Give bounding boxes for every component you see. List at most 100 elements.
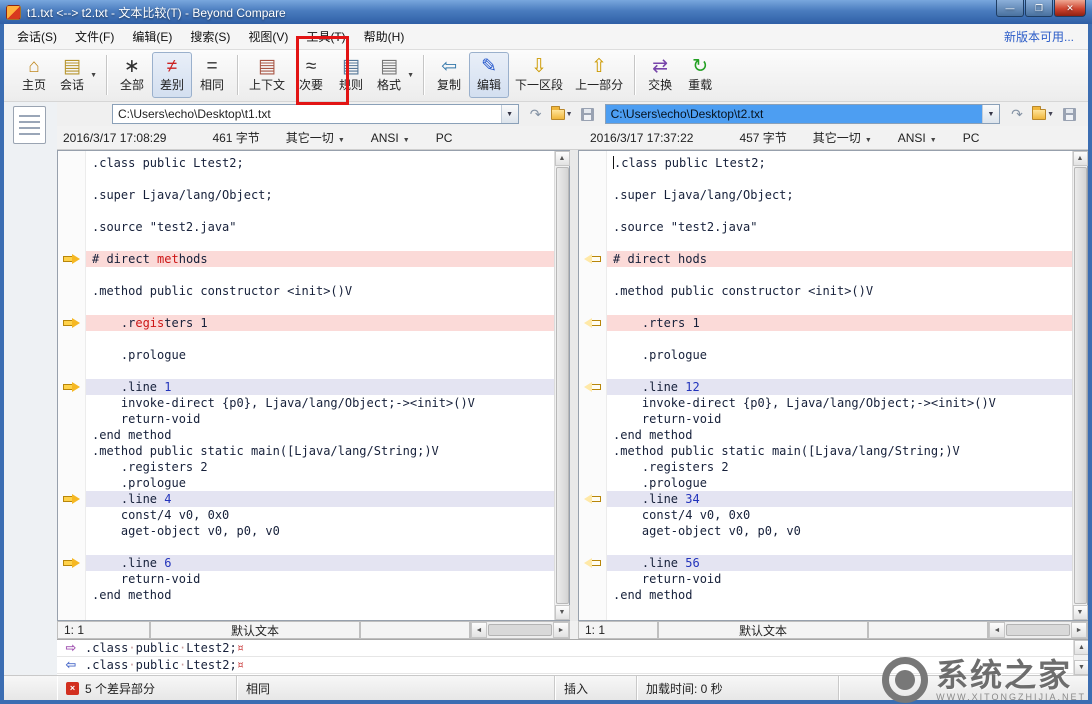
left-vertical-scrollbar[interactable]: ▲ ▼ [554,151,570,620]
scroll-up-icon[interactable]: ▲ [1074,640,1088,655]
scroll-left-icon[interactable]: ◄ [989,622,1005,638]
code-line[interactable]: .super Ljava/lang/Object; [607,187,1072,203]
code-line[interactable]: .method public constructor <init>()V [607,283,1072,299]
toolbar-button-prev-section[interactable]: ⇧ 上一部分 [569,52,629,98]
diff-arrow-icon[interactable] [63,254,80,264]
code-line[interactable] [607,299,1072,315]
toolbar-button-show-differences[interactable]: ≠ 差别 [152,51,193,98]
toolbar-button-show-all[interactable]: ∗ 全部 [112,52,152,98]
code-line[interactable] [86,331,554,347]
scrollbar-thumb[interactable] [1073,167,1087,604]
diff-arrow-icon[interactable] [584,558,601,568]
code-line[interactable]: .end method [607,427,1072,443]
diff-arrow-icon[interactable] [63,382,80,392]
left-rule-dropdown[interactable]: 其它一切 ▼ [286,129,345,146]
code-line[interactable]: .end method [86,427,554,443]
toolbar-button-edit[interactable]: ✎ 编辑 [469,51,510,98]
code-line[interactable] [86,203,554,219]
toolbar-button-reload[interactable]: ↻ 重载 [680,52,720,98]
code-line[interactable]: return-void [607,571,1072,587]
code-line[interactable]: .prologue [86,475,554,491]
menu-item[interactable]: 帮助(H) [355,24,414,49]
code-line[interactable]: .rters 1 [607,315,1072,331]
toolbar-button-next-section[interactable]: ⇩ 下一区段 [509,52,569,98]
code-line[interactable] [607,539,1072,555]
dropdown-arrow-icon[interactable]: ▼ [407,72,414,79]
chevron-down-icon[interactable]: ▼ [982,105,999,123]
menu-item[interactable]: 视图(V) [239,24,297,49]
code-line[interactable]: .super Ljava/lang/Object; [86,187,554,203]
code-line[interactable] [607,363,1072,379]
code-line[interactable]: # direct hods [607,251,1072,267]
code-line[interactable]: return-void [86,571,554,587]
browse-folder-icon[interactable]: ▼ [550,104,573,124]
toolbar-button-show-context[interactable]: ▤ 上下文 [243,52,291,98]
toolbar-button-rules[interactable]: ▤ 规则 [331,52,371,98]
right-horizontal-scrollbar[interactable]: ◄ ► [988,621,1088,639]
left-file-path-combo[interactable]: C:\Users\echo\Desktop\t1.txt ▼ [112,104,519,124]
diff-arrow-icon[interactable] [584,318,601,328]
code-line[interactable]: aget-object v0, p0, v0 [86,523,554,539]
left-horizontal-scrollbar[interactable]: ◄ ► [470,621,570,639]
menu-item[interactable]: 搜索(S) [181,24,239,49]
browse-folder-icon[interactable]: ▼ [1032,104,1054,124]
code-line[interactable] [607,203,1072,219]
right-encoding-dropdown[interactable]: ANSI ▼ [898,131,937,145]
scroll-down-icon[interactable]: ▼ [1074,660,1088,675]
code-line[interactable]: .class public Ltest2; [86,155,554,171]
left-encoding-dropdown[interactable]: ANSI ▼ [371,131,410,145]
code-line[interactable]: .method public static main([Ljava/lang/S… [86,443,554,459]
code-line[interactable]: return-void [607,411,1072,427]
menu-item[interactable]: 文件(F) [66,24,123,49]
save-icon[interactable] [1058,104,1080,124]
code-line[interactable]: .line 1 [86,379,554,395]
code-line[interactable]: .registers 1 [86,315,554,331]
diff-arrow-icon[interactable] [63,494,80,504]
close-button[interactable]: ✕ [1054,0,1086,17]
toolbar-button-show-same[interactable]: = 相同 [192,52,232,98]
code-line[interactable]: .registers 2 [86,459,554,475]
minimize-button[interactable]: — [996,0,1024,17]
right-file-path[interactable]: C:\Users\echo\Desktop\t2.txt [605,105,982,123]
code-line[interactable]: const/4 v0, 0x0 [86,507,554,523]
right-vertical-scrollbar[interactable]: ▲ ▼ [1072,151,1088,620]
diff-arrow-icon[interactable] [584,494,601,504]
diff-arrow-icon[interactable] [63,558,80,568]
code-line[interactable]: .method public constructor <init>()V [86,283,554,299]
code-line[interactable] [607,171,1072,187]
menu-item[interactable]: 会话(S) [8,24,66,49]
scroll-down-icon[interactable]: ▼ [554,605,570,620]
scroll-right-icon[interactable]: ► [553,622,569,638]
code-line[interactable] [607,267,1072,283]
code-line[interactable] [607,235,1072,251]
right-rule-dropdown[interactable]: 其它一切 ▼ [813,129,872,146]
swap-file-icon[interactable]: ↷ [525,104,547,124]
toolbar-button-copy[interactable]: ⇦ 复制 [429,52,469,98]
swap-file-icon[interactable]: ↷ [1006,104,1028,124]
menu-item[interactable]: 编辑(E) [123,24,181,49]
code-line[interactable]: invoke-direct {p0}, Ljava/lang/Object;->… [607,395,1072,411]
code-line[interactable] [86,267,554,283]
dropdown-arrow-icon[interactable]: ▼ [90,72,97,79]
code-left[interactable]: .class public Ltest2; .super Ljava/lang/O… [86,151,554,620]
code-right[interactable]: .class public Ltest2; .super Ljava/lang/O… [607,151,1072,620]
code-line[interactable] [86,363,554,379]
update-available-link[interactable]: 新版本可用... [1004,28,1084,45]
code-line[interactable]: .prologue [86,347,554,363]
pane-divider[interactable] [570,150,578,621]
code-line[interactable]: .class public Ltest2; [607,155,1072,171]
code-line[interactable]: .line 34 [607,491,1072,507]
toolbar-button-home[interactable]: ⌂ 主页 [14,52,54,98]
code-line[interactable] [86,235,554,251]
toolbar-button-ignore-unimportant[interactable]: ≈ 次要 [291,52,331,98]
code-line[interactable]: aget-object v0, p0, v0 [607,523,1072,539]
scrollbar-thumb[interactable] [488,624,552,636]
code-line[interactable]: .line 12 [607,379,1072,395]
code-line[interactable]: .end method [607,587,1072,603]
toolbar-button-format[interactable]: ▤ 格式 ▼ [371,52,418,98]
scroll-left-icon[interactable]: ◄ [471,622,487,638]
toolbar-button-swap[interactable]: ⇄ 交换 [640,52,680,98]
code-line[interactable]: .prologue [607,475,1072,491]
scroll-right-icon[interactable]: ► [1071,622,1087,638]
menu-item[interactable]: 工具(T) [297,24,354,49]
